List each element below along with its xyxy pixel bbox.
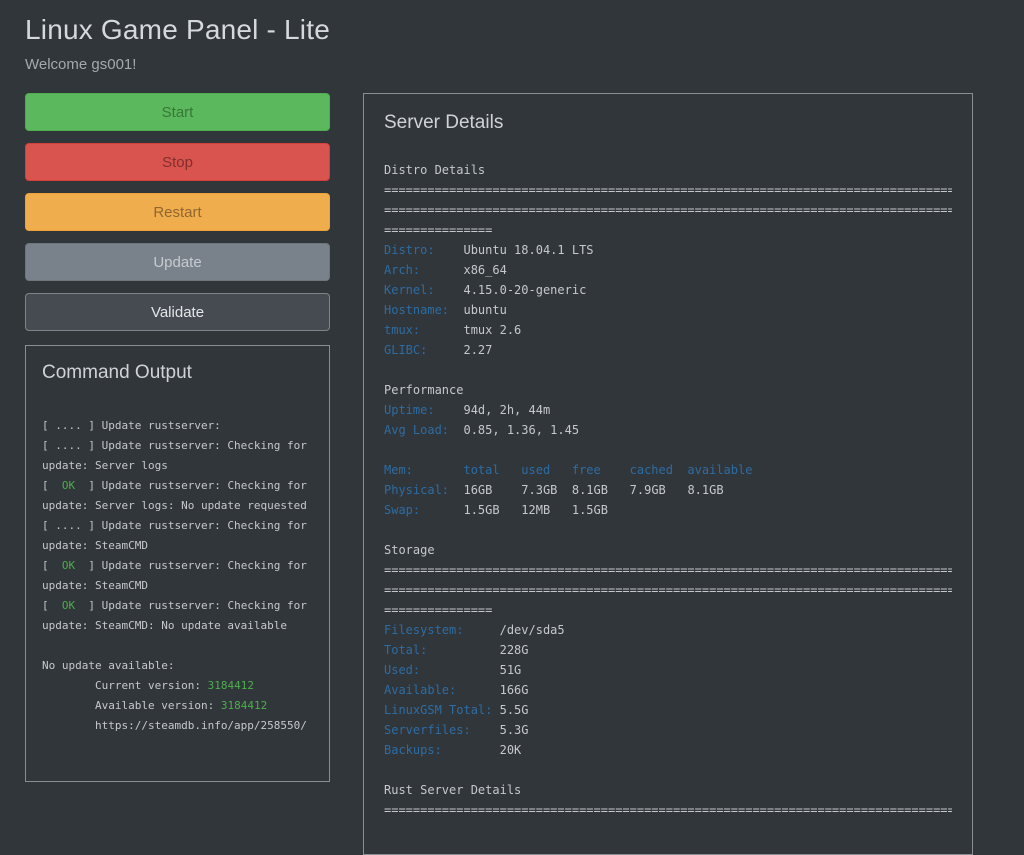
log-line: Available version: 3184412 <box>42 699 268 712</box>
separator-line: =============== <box>384 603 493 617</box>
update-button[interactable]: Update <box>25 243 330 281</box>
detail-line: Hostname: ubuntu <box>384 303 507 317</box>
command-output-panel: Command Output [ .... ] Update rustserve… <box>25 345 330 782</box>
detail-line: Distro: Ubuntu 18.04.1 LTS <box>384 243 594 257</box>
detail-line: Used: 51G <box>384 663 522 677</box>
detail-line: Total: 228G <box>384 643 529 657</box>
detail-line: tmux: tmux 2.6 <box>384 323 522 337</box>
detail-line: Uptime: 94d, 2h, 44m <box>384 403 551 417</box>
detail-line: Physical: 16GB 7.3GB 8.1GB 7.9GB 8.1GB <box>384 483 724 497</box>
log-line: [ OK ] Update rustserver: Checking for u… <box>42 559 314 592</box>
detail-line: Swap: 1.5GB 12MB 1.5GB <box>384 503 608 517</box>
detail-line: Mem: total used free cached available <box>384 463 753 477</box>
detail-line: Serverfiles: 5.3G <box>384 723 529 737</box>
log-line: [ OK ] Update rustserver: Checking for u… <box>42 479 314 512</box>
log-line: Current version: 3184412 <box>42 679 254 692</box>
log-line: [ .... ] Update rustserver: Checking for… <box>42 439 314 472</box>
detail-line: GLIBC: 2.27 <box>384 343 493 357</box>
separator-line: ========================================… <box>384 583 952 597</box>
server-details-title: Server Details <box>384 112 504 133</box>
detail-line: Arch: x86_64 <box>384 263 507 277</box>
detail-line: Kernel: 4.15.0-20-generic <box>384 283 587 297</box>
log-line: No update available: <box>42 659 175 672</box>
separator-line: ========================================… <box>384 183 952 197</box>
left-column: Start Stop Restart Update Validate Command O… <box>25 93 330 782</box>
server-details-panel: Server Details Distro Details ===========… <box>363 93 973 855</box>
detail-line <box>384 440 952 460</box>
detail-line <box>384 360 952 380</box>
detail-line <box>384 760 952 780</box>
detail-line <box>384 520 952 540</box>
restart-button[interactable]: Restart <box>25 193 330 231</box>
command-output-log: [ .... ] Update rustserver: [ .... ] Upda… <box>42 416 313 736</box>
separator-line: ========================================… <box>384 563 952 577</box>
action-buttons: Start Stop Restart Update Validate <box>25 93 330 331</box>
detail-line: Available: 166G <box>384 683 529 697</box>
stop-button[interactable]: Stop <box>25 143 330 181</box>
command-output-title: Command Output <box>42 362 192 383</box>
validate-button[interactable]: Validate <box>25 293 330 331</box>
separator-line: =============== <box>384 223 493 237</box>
detail-line: Avg Load: 0.85, 1.36, 1.45 <box>384 423 580 437</box>
detail-line: Distro Details <box>384 163 486 177</box>
detail-line: Backups: 20K <box>384 743 522 757</box>
log-line: [ .... ] Update rustserver: <box>42 419 221 432</box>
content: Start Stop Restart Update Validate Command O… <box>25 93 999 855</box>
detail-line: Storage <box>384 543 435 557</box>
page-title: Linux Game Panel - Lite <box>25 14 330 45</box>
detail-line: Performance <box>384 383 464 397</box>
welcome-message: Welcome gs001! <box>25 56 137 73</box>
detail-line: Rust Server Details <box>384 783 522 797</box>
detail-line: LinuxGSM Total: 5.5G <box>384 703 529 717</box>
detail-line: Filesystem: /dev/sda5 <box>384 623 565 637</box>
separator-line: ========================================… <box>384 803 952 817</box>
log-line: [ OK ] Update rustserver: Checking for u… <box>42 599 314 632</box>
log-line: [ .... ] Update rustserver: Checking for… <box>42 519 314 552</box>
page: Linux Game Panel - Lite Welcome gs001! S… <box>0 0 1024 855</box>
server-details-content: Distro Details ==========================… <box>384 160 952 820</box>
start-button[interactable]: Start <box>25 93 330 131</box>
separator-line: ========================================… <box>384 203 952 217</box>
log-line: https://steamdb.info/app/258550/ <box>42 719 307 732</box>
